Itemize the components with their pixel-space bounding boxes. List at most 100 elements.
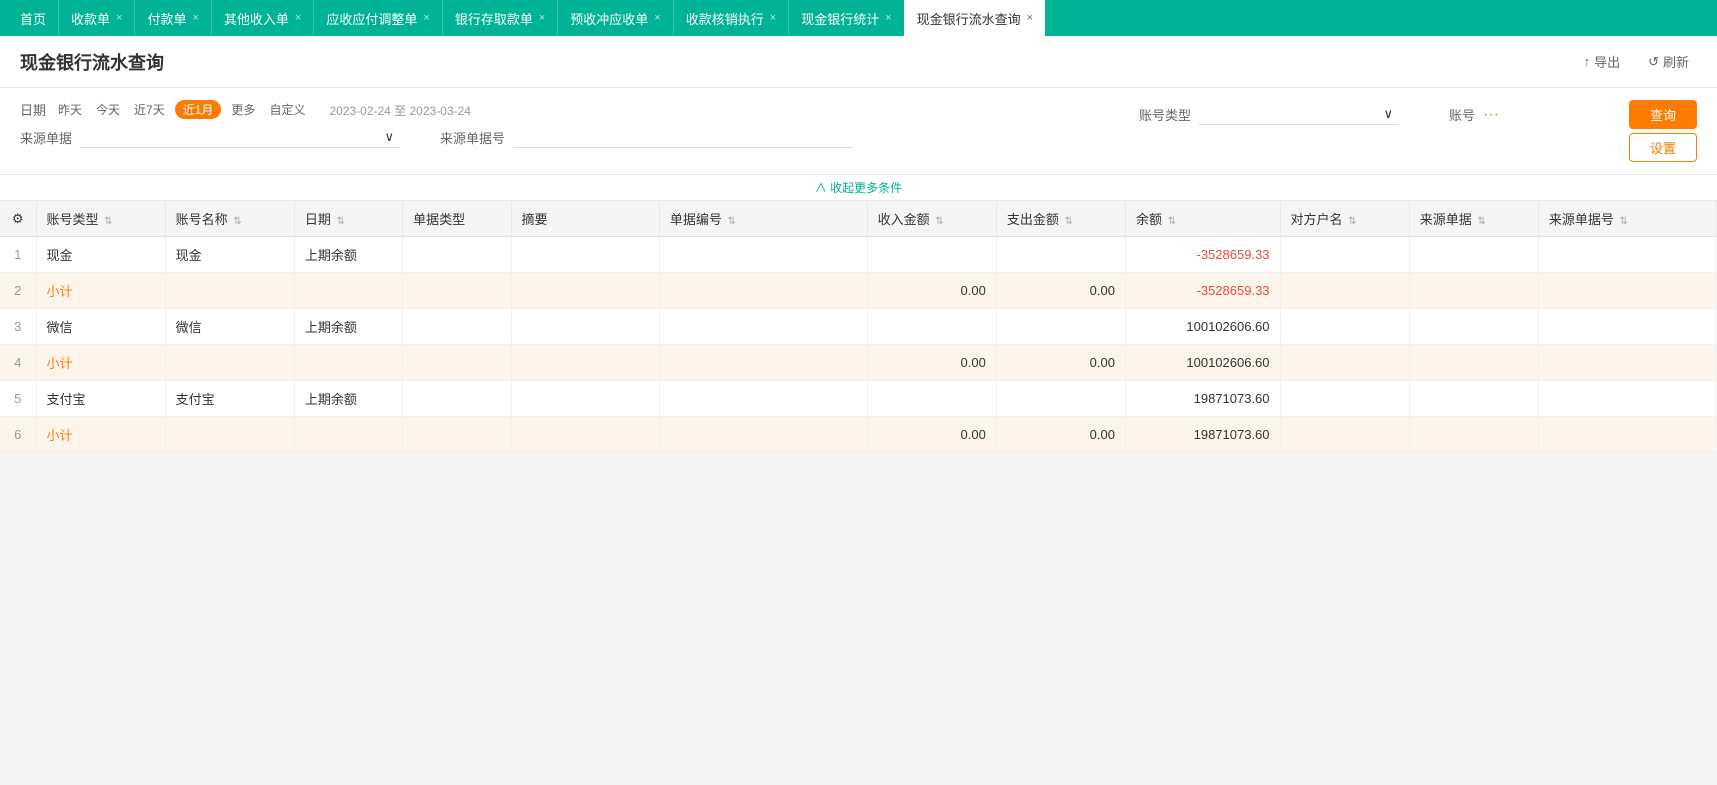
column-date[interactable]: 日期 ⇅ (294, 201, 402, 237)
cell-account-type: 小计 (36, 417, 165, 453)
cell-doc-no (659, 273, 867, 309)
sort-icon: ⇅ (728, 216, 736, 227)
source-doc-no-input[interactable] (513, 128, 853, 148)
table-row: 3微信微信上期余额100102606.60 (0, 309, 1717, 345)
column-balance[interactable]: 余额 ⇅ (1125, 201, 1280, 237)
column-counterparty[interactable]: 对方户名 ⇅ (1280, 201, 1409, 237)
chevron-down-icon: ∨ (1383, 106, 1393, 122)
column-gear[interactable]: ⚙ (0, 201, 36, 237)
column-income[interactable]: 收入金额 ⇅ (867, 201, 996, 237)
nav-tab-adjustment[interactable]: 应收应付调整单 × (313, 0, 441, 36)
date-btn-yesterday[interactable]: 昨天 (54, 100, 86, 119)
row-number: 3 (0, 309, 36, 345)
column-account-name[interactable]: 账号名称 ⇅ (165, 201, 294, 237)
account-type-select[interactable]: ∨ (1199, 104, 1399, 125)
cell-date (294, 417, 402, 453)
cell-balance: 100102606.60 (1125, 345, 1280, 381)
close-icon[interactable]: × (539, 12, 545, 24)
nav-tab-bank-flow[interactable]: 现金银行流水查询 × (904, 0, 1045, 36)
column-expense[interactable]: 支出金额 ⇅ (996, 201, 1125, 237)
cell-balance: -3528659.33 (1125, 237, 1280, 273)
nav-home[interactable]: 首页 (8, 0, 58, 36)
cell-expense (996, 309, 1125, 345)
cell-doc-type (403, 345, 511, 381)
page-header: 现金银行流水查询 ↑ 导出 ↺ 刷新 (0, 36, 1717, 88)
cell-counterparty (1280, 309, 1409, 345)
date-btn-custom[interactable]: 自定义 (265, 100, 309, 119)
sort-icon: ⇅ (1348, 216, 1356, 227)
cell-source-doc-no (1538, 273, 1716, 309)
date-btn-7days[interactable]: 近7天 (130, 100, 169, 119)
close-icon[interactable]: × (1027, 12, 1033, 24)
settings-button[interactable]: 设置 (1629, 133, 1697, 162)
column-doc-type[interactable]: 单据类型 (403, 201, 511, 237)
cell-summary (511, 309, 659, 345)
nav-tab-bank-stats[interactable]: 现金银行统计 × (788, 0, 903, 36)
nav-tab-payments[interactable]: 付款单 × (134, 0, 210, 36)
table-row: 4小计0.000.00100102606.60 (0, 345, 1717, 381)
date-btn-more[interactable]: 更多 (227, 100, 259, 119)
row-number: 1 (0, 237, 36, 273)
chevron-down-icon: ∨ (385, 129, 395, 145)
column-summary[interactable]: 摘要 (511, 201, 659, 237)
close-icon[interactable]: × (295, 12, 301, 24)
date-btn-today[interactable]: 今天 (92, 100, 124, 119)
cell-source-doc-no (1538, 237, 1716, 273)
close-icon[interactable]: × (885, 12, 891, 24)
export-button[interactable]: ↑ 导出 (1576, 48, 1629, 75)
cell-date (294, 273, 402, 309)
close-icon[interactable]: × (770, 12, 776, 24)
cell-date (294, 345, 402, 381)
close-icon[interactable]: × (192, 12, 198, 24)
close-icon[interactable]: × (423, 12, 429, 24)
row-number: 5 (0, 381, 36, 417)
refresh-button[interactable]: ↺ 刷新 (1640, 48, 1697, 75)
cell-income: 0.00 (867, 273, 996, 309)
cell-balance: -3528659.33 (1125, 273, 1280, 309)
cell-expense: 0.00 (996, 273, 1125, 309)
sort-icon: ⇅ (233, 216, 241, 227)
table-row: 1现金现金上期余额-3528659.33 (0, 237, 1717, 273)
nav-tab-advance[interactable]: 预收冲应收单 × (557, 0, 672, 36)
close-icon[interactable]: × (116, 12, 122, 24)
date-btn-1month[interactable]: 近1月 (175, 100, 222, 119)
cell-expense: 0.00 (996, 417, 1125, 453)
account-dots-button[interactable]: ··· (1483, 106, 1499, 124)
flow-table: ⚙ 账号类型 ⇅ 账号名称 ⇅ 日期 ⇅ 单据类型 摘要 (0, 201, 1717, 453)
cell-summary (511, 237, 659, 273)
table-row: 6小计0.000.0019871073.60 (0, 417, 1717, 453)
column-doc-no[interactable]: 单据编号 ⇅ (659, 201, 867, 237)
column-source-doc[interactable]: 来源单据 ⇅ (1409, 201, 1538, 237)
close-icon[interactable]: × (654, 12, 660, 24)
table-row: 2小计0.000.00-3528659.33 (0, 273, 1717, 309)
cell-summary (511, 381, 659, 417)
cell-account-name (165, 345, 294, 381)
cell-doc-type (403, 237, 511, 273)
cell-source-doc-no (1538, 345, 1716, 381)
cell-doc-type (403, 381, 511, 417)
cell-account-type: 微信 (36, 309, 165, 345)
column-source-doc-no[interactable]: 来源单据号 ⇅ (1538, 201, 1716, 237)
cell-doc-no (659, 417, 867, 453)
cell-counterparty (1280, 345, 1409, 381)
cell-summary (511, 345, 659, 381)
row-number: 2 (0, 273, 36, 309)
cell-summary (511, 273, 659, 309)
nav-tab-receipts[interactable]: 收款单 × (58, 0, 134, 36)
source-doc-select[interactable]: ∨ (80, 127, 400, 148)
sort-icon: ⇅ (1064, 216, 1072, 227)
collapse-bar[interactable]: ∧ 收起更多条件 (0, 175, 1717, 201)
cell-income: 0.00 (867, 345, 996, 381)
column-account-type[interactable]: 账号类型 ⇅ (36, 201, 165, 237)
data-table-container: ⚙ 账号类型 ⇅ 账号名称 ⇅ 日期 ⇅ 单据类型 摘要 (0, 201, 1717, 453)
nav-tab-bank-deposit[interactable]: 银行存取款单 × (442, 0, 557, 36)
cell-balance: 19871073.60 (1125, 417, 1280, 453)
cell-account-type: 小计 (36, 345, 165, 381)
cell-source-doc (1409, 273, 1538, 309)
cell-counterparty (1280, 417, 1409, 453)
query-button[interactable]: 查询 (1629, 100, 1697, 129)
nav-tab-collection[interactable]: 收款核销执行 × (673, 0, 788, 36)
cell-doc-no (659, 345, 867, 381)
cell-source-doc (1409, 345, 1538, 381)
nav-tab-other-income[interactable]: 其他收入单 × (211, 0, 313, 36)
